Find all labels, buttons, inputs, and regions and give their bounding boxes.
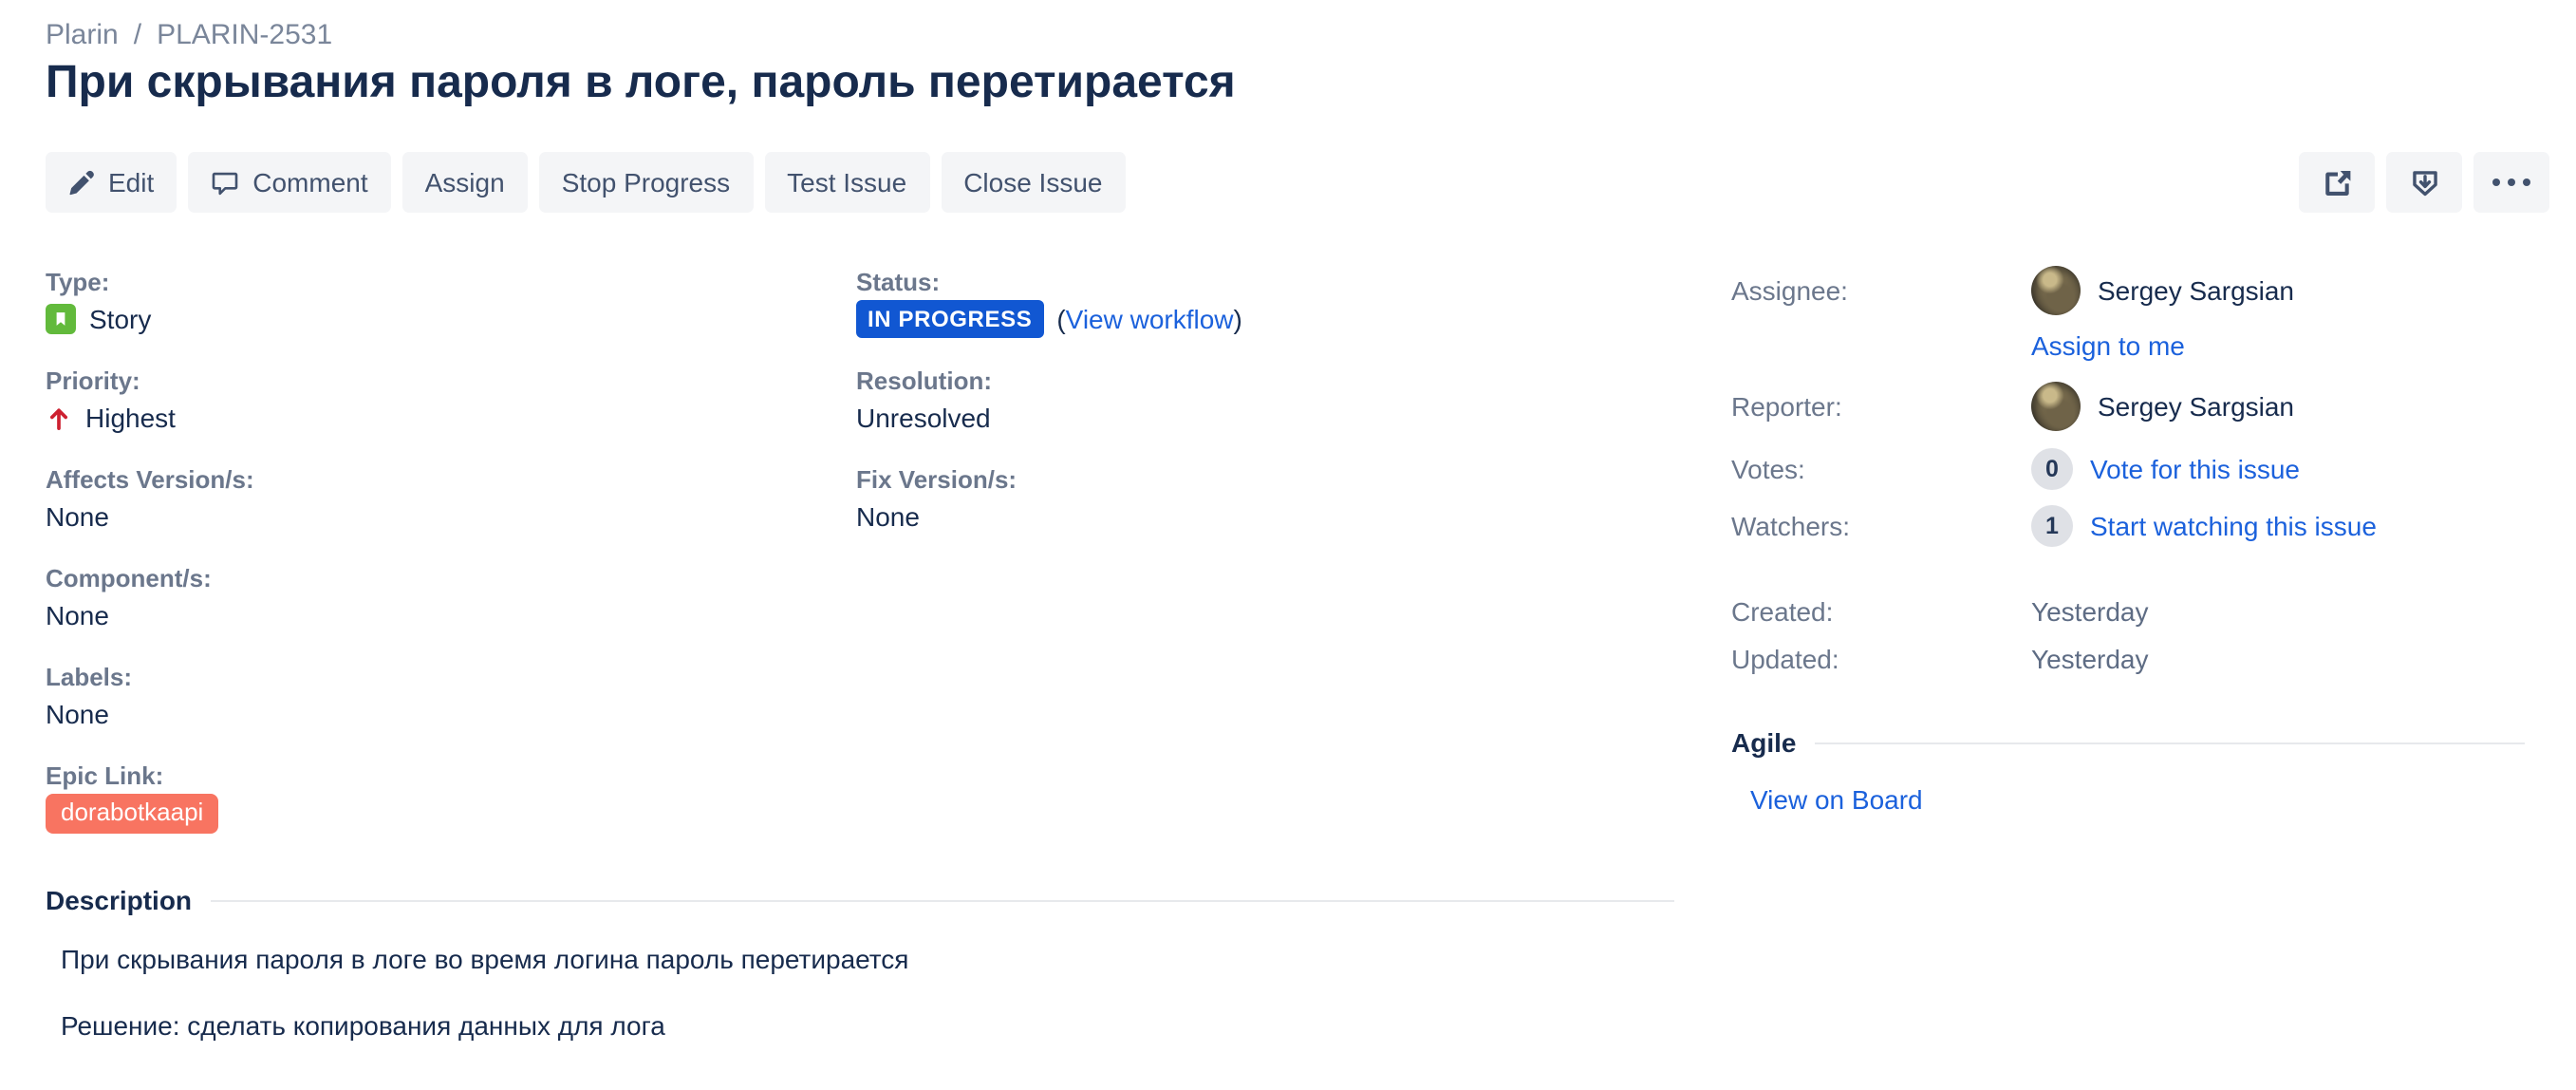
details-column-people: Assignee: Sergey Sargsian Assign to me R… (1731, 266, 2551, 674)
updated-value: Yesterday (2031, 644, 2149, 674)
watchers-label: Watchers: (1731, 511, 1850, 541)
updated-row: Updated: Yesterday (1731, 644, 2551, 674)
components-label: Component/s: (46, 564, 212, 592)
breadcrumb-project-link[interactable]: Plarin (46, 19, 119, 51)
export-button[interactable] (2386, 152, 2462, 213)
field-priority: Priority: Highest (46, 365, 767, 437)
resolution-value: Unresolved (856, 403, 991, 433)
priority-value: Highest (85, 403, 176, 433)
field-labels: Labels: None (46, 661, 767, 733)
comment-bubble-icon (211, 168, 239, 197)
type-label: Type: (46, 268, 110, 296)
stop-progress-button[interactable]: Stop Progress (538, 152, 754, 213)
reporter-row: Reporter: Sergey Sargsian (1731, 382, 2551, 431)
issue-title: При скрывания пароля в логе, пароль пере… (46, 57, 1236, 108)
more-icon (2492, 178, 2531, 187)
assign-button-label: Assign (424, 167, 505, 197)
updated-label: Updated: (1731, 644, 1839, 674)
test-issue-button[interactable]: Test Issue (764, 152, 930, 213)
field-components: Component/s: None (46, 562, 767, 634)
agile-divider (1815, 742, 2525, 743)
vote-for-issue-link[interactable]: Vote for this issue (2090, 454, 2300, 484)
story-icon (46, 304, 76, 334)
affects-versions-label: Affects Version/s: (46, 465, 254, 494)
votes-row: Votes: 0 Vote for this issue (1731, 448, 2551, 490)
more-button[interactable] (2473, 152, 2549, 213)
comment-button[interactable]: Comment (188, 152, 391, 213)
description-paragraph: Решение: сделать копирования данных для … (61, 1010, 665, 1041)
reporter-avatar[interactable] (2031, 382, 2081, 431)
votes-count-badge: 0 (2031, 448, 2073, 490)
field-resolution: Resolution: Unresolved (856, 365, 1653, 437)
agile-section: Agile View on Board (1731, 727, 2525, 815)
fix-versions-value: None (856, 501, 920, 532)
assignee-label: Assignee: (1731, 275, 1848, 306)
share-button[interactable] (2299, 152, 2375, 213)
view-workflow-link[interactable]: View workflow (1066, 304, 1234, 334)
pencil-icon (68, 169, 95, 196)
field-fix-versions: Fix Version/s: None (856, 463, 1653, 536)
epic-link-pill[interactable]: dorabotkaapi (46, 794, 219, 834)
status-badge: IN PROGRESS (856, 300, 1044, 338)
description-heading: Description (46, 885, 193, 915)
field-affects-versions: Affects Version/s: None (46, 463, 767, 536)
breadcrumb-separator: / (133, 19, 142, 51)
labels-label: Labels: (46, 663, 133, 691)
details-column-middle: Status: IN PROGRESS (View workflow) Reso… (856, 266, 1653, 562)
view-on-board-link[interactable]: View on Board (1750, 784, 1923, 815)
created-label: Created: (1731, 596, 1834, 627)
priority-label: Priority: (46, 366, 140, 395)
votes-label: Votes: (1731, 454, 1805, 484)
test-issue-button-label: Test Issue (787, 167, 907, 197)
affects-versions-value: None (46, 501, 109, 532)
assign-to-me-link[interactable]: Assign to me (2031, 330, 2185, 361)
assignee-row: Assignee: Sergey Sargsian (1731, 266, 2551, 315)
agile-heading: Agile (1731, 727, 1797, 758)
components-value: None (46, 600, 109, 630)
reporter-label: Reporter: (1731, 391, 1842, 422)
description-paragraph: При скрывания пароля в логе во время лог… (61, 944, 909, 974)
description-divider (211, 899, 1674, 901)
assignee-avatar[interactable] (2031, 266, 2081, 315)
comment-button-label: Comment (252, 167, 368, 197)
fix-versions-label: Fix Version/s: (856, 465, 1017, 494)
resolution-label: Resolution: (856, 366, 992, 395)
type-value: Story (89, 304, 152, 334)
assign-button[interactable]: Assign (401, 152, 528, 213)
created-row: Created: Yesterday (1731, 596, 2551, 627)
field-type: Type: Story (46, 266, 767, 338)
edit-button[interactable]: Edit (46, 152, 177, 213)
epic-link-label: Epic Link: (46, 761, 164, 790)
description-section: Description При скрывания пароля в логе … (46, 885, 1674, 1043)
start-watching-link[interactable]: Start watching this issue (2090, 511, 2377, 541)
created-value: Yesterday (2031, 596, 2149, 627)
edit-button-label: Edit (108, 167, 155, 197)
share-icon (2321, 166, 2353, 198)
reporter-name-link[interactable]: Sergey Sargsian (2098, 391, 2294, 422)
watchers-row: Watchers: 1 Start watching this issue (1731, 505, 2551, 547)
breadcrumb-issue-key-link[interactable]: PLARIN-2531 (157, 19, 332, 51)
watchers-count-badge: 1 (2031, 505, 2073, 547)
details-column-left: Type: Story Priority: Highest Affects Ve… (46, 266, 767, 860)
close-issue-button[interactable]: Close Issue (941, 152, 1126, 213)
stop-progress-button-label: Stop Progress (561, 167, 731, 197)
close-issue-button-label: Close Issue (963, 167, 1103, 197)
export-icon (2408, 166, 2440, 198)
labels-value: None (46, 699, 109, 729)
breadcrumb: Plarin / PLARIN-2531 (46, 19, 332, 51)
assignee-name-link[interactable]: Sergey Sargsian (2098, 275, 2294, 306)
priority-highest-icon (46, 404, 72, 432)
field-status: Status: IN PROGRESS (View workflow) (856, 266, 1653, 338)
field-epic-link: Epic Link: dorabotkaapi (46, 760, 767, 834)
status-label: Status: (856, 268, 941, 296)
workflow-paren-close: ) (1233, 304, 1242, 334)
assign-to-me-row: Assign to me (2031, 329, 2551, 363)
toolbar: Edit Comment Assign Stop Progress Test I… (46, 152, 2549, 213)
